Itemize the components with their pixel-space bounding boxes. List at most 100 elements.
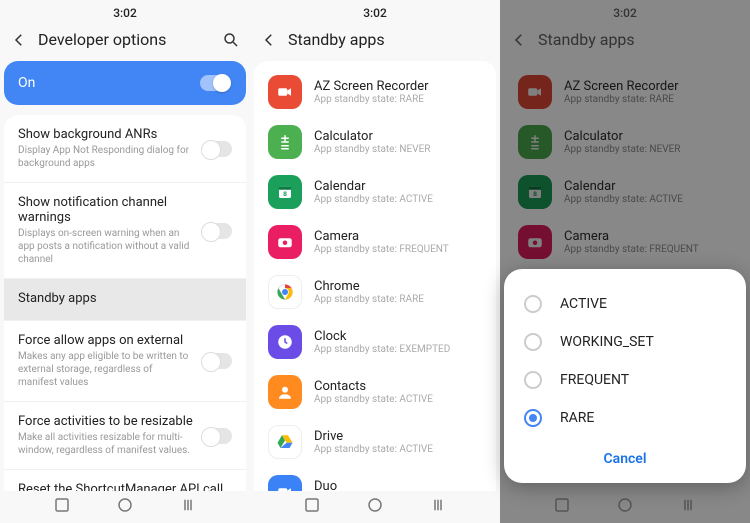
app-name: AZ Screen Recorder (564, 79, 679, 94)
app-row[interactable]: DuoApp standby state: ACTIVE (254, 467, 496, 491)
radio-option-working_set[interactable]: WORKING_SET (504, 323, 746, 361)
nav-recent-icon[interactable] (303, 496, 321, 518)
svg-text:8: 8 (283, 190, 287, 198)
app-state: App standby state: ACTIVE (564, 194, 683, 205)
nav-recent-icon[interactable] (53, 496, 71, 518)
nav-recent-icon[interactable] (553, 496, 571, 518)
appbar: Standby apps (500, 22, 750, 61)
toggle-off-icon[interactable] (202, 141, 232, 157)
page-title: Standby apps (538, 30, 740, 49)
nav-home-icon[interactable] (366, 496, 384, 518)
app-name: Calendar (314, 179, 433, 194)
status-bar-time: 3:02 (250, 0, 500, 22)
setting-subtitle: Make all activities resizable for multi-… (18, 431, 194, 457)
nav-bar (500, 491, 750, 523)
app-state: App standby state: RARE (564, 94, 679, 105)
nav-bar (0, 491, 250, 523)
app-row[interactable]: ChromeApp standby state: RARE (254, 267, 496, 317)
app-row[interactable]: CameraApp standby state: FREQUENT (254, 217, 496, 267)
page-title: Developer options (38, 30, 222, 49)
app-name: Calculator (314, 129, 430, 144)
toggle-off-icon[interactable] (202, 223, 232, 239)
master-toggle-row[interactable]: On (4, 61, 246, 105)
app-row[interactable]: CalculatorApp standby state: NEVER (254, 117, 496, 167)
setting-notification-channel-warnings[interactable]: Show notification channel warnings Displ… (4, 183, 246, 279)
app-state: App standby state: ACTIVE (314, 394, 433, 405)
app-name: AZ Screen Recorder (314, 79, 429, 94)
toggle-on-icon[interactable] (200, 75, 230, 91)
app-row: CameraApp standby state: FREQUENT (504, 217, 746, 267)
app-row: 8 CalendarApp standby state: ACTIVE (504, 167, 746, 217)
status-bar-time: 3:02 (0, 0, 250, 22)
radio-option-active[interactable]: ACTIVE (504, 285, 746, 323)
cancel-button[interactable]: Cancel (504, 437, 746, 477)
content: AZ Screen Recorder App standby state: RAR… (250, 61, 500, 491)
app-name: Camera (564, 229, 699, 244)
setting-force-allow-external[interactable]: Force allow apps on external Makes any a… (4, 321, 246, 402)
chrome-icon (268, 275, 302, 309)
app-list[interactable]: AZ Screen Recorder App standby state: RAR… (254, 61, 496, 491)
radio-label: FREQUENT (560, 372, 629, 388)
app-name: Drive (314, 429, 433, 444)
radio-label: RARE (560, 410, 594, 426)
search-icon[interactable] (222, 31, 240, 49)
app-state: App standby state: FREQUENT (564, 244, 699, 255)
nav-home-icon[interactable] (616, 496, 634, 518)
calc-icon (268, 125, 302, 159)
toggle-off-icon[interactable] (202, 428, 232, 444)
back-icon[interactable] (260, 31, 278, 49)
calendar-icon: 8 (518, 175, 552, 209)
nav-back-icon[interactable] (179, 496, 197, 518)
radio-icon (524, 409, 542, 427)
app-state: App standby state: RARE (314, 294, 424, 305)
setting-show-background-anrs[interactable]: Show background ANRs Display App Not Res… (4, 115, 246, 183)
radio-icon (524, 371, 542, 389)
page-title: Standby apps (288, 30, 490, 49)
radio-option-rare[interactable]: RARE (504, 399, 746, 437)
camera-icon (518, 225, 552, 259)
radio-label: ACTIVE (560, 296, 607, 312)
video-icon (268, 75, 302, 109)
app-name: Duo (314, 479, 433, 491)
app-name: Calendar (564, 179, 683, 194)
back-icon[interactable] (510, 31, 528, 49)
settings-list: Show background ANRs Display App Not Res… (4, 115, 246, 491)
app-row[interactable]: ContactsApp standby state: ACTIVE (254, 367, 496, 417)
setting-title: Force activities to be resizable (18, 414, 194, 429)
setting-force-resizable[interactable]: Force activities to be resizable Make al… (4, 402, 246, 470)
nav-back-icon[interactable] (429, 496, 447, 518)
screen-developer-options: 3:02 Developer options On Show backgroun… (0, 0, 250, 523)
app-state: App standby state: FREQUENT (314, 244, 449, 255)
radio-icon (524, 295, 542, 313)
radio-label: WORKING_SET (560, 334, 654, 350)
app-state: App standby state: EXEMPTED (314, 344, 450, 355)
app-list-dimmed: AZ Screen RecorderApp standby state: RAR… (504, 61, 746, 273)
video-icon (518, 75, 552, 109)
camera-icon (268, 225, 302, 259)
app-name: Chrome (314, 279, 424, 294)
screen-standby-apps: 3:02 Standby apps AZ Screen Recorder App … (250, 0, 500, 523)
radio-icon (524, 333, 542, 351)
app-name: Contacts (314, 379, 433, 394)
setting-reset-shortcut[interactable]: Reset the ShortcutManager API call limit… (4, 470, 246, 491)
app-name: Clock (314, 329, 450, 344)
radio-option-frequent[interactable]: FREQUENT (504, 361, 746, 399)
setting-standby-apps[interactable]: Standby apps (4, 279, 246, 321)
app-row[interactable]: 8CalendarApp standby state: ACTIVE (254, 167, 496, 217)
setting-subtitle: Display App Not Responding dialog for ba… (18, 144, 194, 170)
nav-home-icon[interactable] (116, 496, 134, 518)
toggle-off-icon[interactable] (202, 353, 232, 369)
calc-icon (518, 125, 552, 159)
app-state: App standby state: NEVER (314, 144, 430, 155)
setting-title: Show notification channel warnings (18, 195, 194, 225)
on-label: On (18, 75, 35, 91)
nav-back-icon[interactable] (679, 496, 697, 518)
svg-text:8: 8 (533, 190, 537, 198)
app-row[interactable]: ClockApp standby state: EXEMPTED (254, 317, 496, 367)
back-icon[interactable] (10, 31, 28, 49)
app-row[interactable]: DriveApp standby state: ACTIVE (254, 417, 496, 467)
app-row[interactable]: AZ Screen RecorderApp standby state: RAR… (254, 67, 496, 117)
standby-state-dialog: ACTIVE WORKING_SET FREQUENT RARE Cancel (504, 269, 746, 483)
setting-title: Force allow apps on external (18, 333, 194, 348)
content: On Show background ANRs Display App Not … (0, 61, 250, 491)
